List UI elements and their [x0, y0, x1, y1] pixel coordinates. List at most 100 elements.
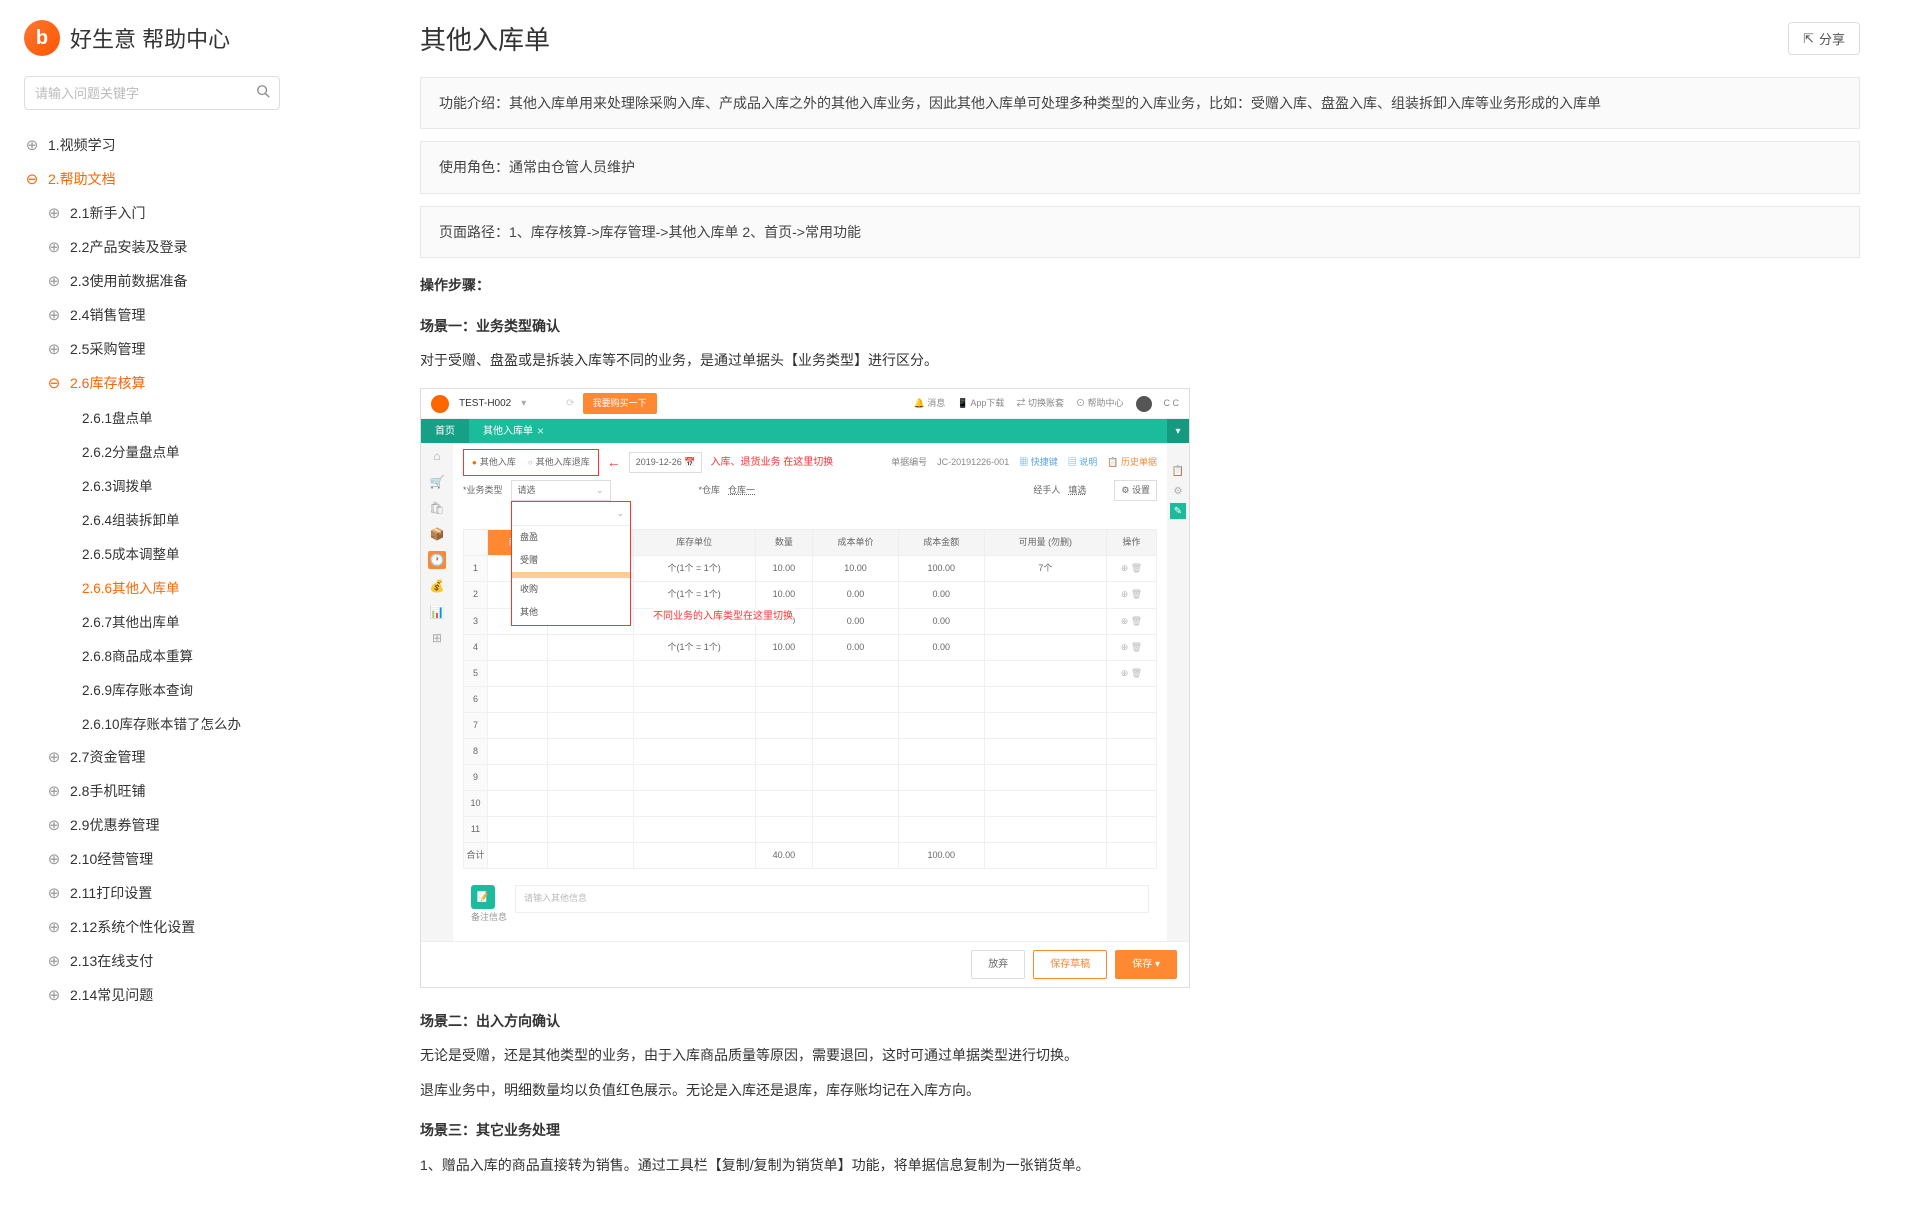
- es-handler-label: 经手人: [1033, 482, 1060, 499]
- nav-help-docs[interactable]: ⊖ 2.帮助文档: [24, 162, 280, 196]
- nav-data-prep[interactable]: ⊕2.3使用前数据准备: [24, 264, 280, 298]
- es-tab-doc: 其他入库单 ×: [469, 419, 558, 443]
- nav-inventory[interactable]: ⊖ 2.6库存核算: [24, 366, 280, 400]
- plus-icon: ⊕: [46, 783, 62, 799]
- es-type-highlight: 其他入库 其他入库退库: [463, 449, 599, 476]
- scene1-text: 对于受赠、盘盈或是拆装入库等不同的业务，是通过单据头【业务类型】进行区分。: [420, 347, 1860, 374]
- cart-icon: 🛒: [428, 473, 446, 491]
- es-annotation-1: 入库、退货业务 在这里切换: [710, 453, 833, 472]
- th-unit: 库存单位: [633, 530, 755, 556]
- nav-label: 2.6.5成本调整单: [82, 543, 180, 563]
- nav-label: 2.12系统个性化设置: [70, 917, 195, 937]
- nav-label: 2.5采购管理: [70, 339, 145, 359]
- search-input[interactable]: [24, 76, 280, 110]
- intro-label: 功能介绍：: [439, 95, 509, 111]
- search-icon[interactable]: [256, 84, 270, 101]
- th-price: 成本单价: [813, 530, 899, 556]
- content-section: 操作步骤： 场景一：业务类型确认 对于受赠、盘盈或是拆装入库等不同的业务，是通过…: [420, 272, 1860, 1178]
- es-draft-button: 保存草稿: [1033, 950, 1107, 979]
- path-box: 页面路径：1、库存核算->库存管理->其他入库单 2、首页->常用功能: [420, 206, 1860, 258]
- minus-icon: ⊖: [46, 375, 62, 391]
- es-account-name: TEST-H002: [459, 394, 511, 413]
- es-handler-val: 填选: [1068, 482, 1086, 499]
- nav-print[interactable]: ⊕2.11打印设置: [24, 876, 280, 910]
- nav-label: 2.3使用前数据准备: [70, 271, 187, 291]
- tool-icon: 📋: [1170, 463, 1186, 479]
- close-icon: ×: [537, 420, 544, 443]
- es-biztype-select: 请选 ⌄: [511, 480, 611, 501]
- table-row: 9: [464, 765, 1157, 791]
- es-warehouse-val: 仓库一: [728, 482, 755, 499]
- es-biztype-label: *业务类型: [463, 482, 503, 499]
- es-link-keys: ▦ 快捷键: [1019, 454, 1058, 471]
- es-radio-out: 其他入库退库: [522, 452, 596, 473]
- es-top-right: 🔔 消息 📱 App下载 ⇄ 切换账套 ⊙ 帮助中心 C C: [913, 395, 1179, 412]
- plus-icon: ⊕: [46, 953, 62, 969]
- share-button[interactable]: ⇱ 分享: [1788, 22, 1860, 55]
- es-link-log: 📋 历史单据: [1107, 454, 1157, 471]
- plus-icon: ⊕: [46, 749, 62, 765]
- nav-video-learning[interactable]: ⊕1.视频学习: [24, 128, 280, 162]
- role-box: 使用角色：通常由仓管人员维护: [420, 141, 1860, 193]
- nav-online-pay[interactable]: ⊕2.13在线支付: [24, 944, 280, 978]
- es-username: C C: [1164, 395, 1180, 412]
- th-stock: 可用量 (勿删): [984, 530, 1106, 556]
- nav-install-login[interactable]: ⊕2.2产品安装及登录: [24, 230, 280, 264]
- nav-cost-recalc[interactable]: 2.6.8商品成本重算: [24, 638, 280, 672]
- nav-label: 2.8手机旺铺: [70, 781, 145, 801]
- brand-row: b 好生意 帮助中心: [24, 20, 280, 56]
- chevron-down-icon: ▾: [521, 394, 526, 413]
- table-row: 10: [464, 791, 1157, 817]
- intro-text: 其他入库单用来处理除采购入库、产成品入库之外的其他入库业务，因此其他入库单可处理…: [509, 95, 1601, 111]
- nav-transfer[interactable]: 2.6.3调拨单: [24, 468, 280, 502]
- nav-label: 2.4销售管理: [70, 305, 145, 325]
- tool-icon: ✎: [1170, 503, 1186, 519]
- plus-icon: ⊕: [46, 817, 62, 833]
- nav-faq[interactable]: ⊕2.14常见问题: [24, 978, 280, 1012]
- nav-label: 2.6.2分量盘点单: [82, 441, 180, 461]
- es-settings-btn: ⚙ 设置: [1114, 480, 1157, 501]
- share-icon: ⇱: [1803, 31, 1814, 47]
- es-app-link: 📱 App下载: [957, 395, 1004, 412]
- nav-assembly[interactable]: 2.6.4组装拆卸单: [24, 502, 280, 536]
- nav-purchase-mgmt[interactable]: ⊕2.5采购管理: [24, 332, 280, 366]
- bag-icon: 🛍: [428, 499, 446, 517]
- scene1-title: 场景一：业务类型确认: [420, 313, 1860, 340]
- steps-heading: 操作步骤：: [420, 272, 1860, 299]
- es-dd-item: 盘盈: [512, 526, 630, 549]
- page-title: 其他入库单: [420, 20, 550, 57]
- minus-icon: ⊖: [24, 171, 40, 187]
- path-text: 1、库存核算->库存管理->其他入库单 2、首页->常用功能: [509, 224, 861, 240]
- nav-business-mgmt[interactable]: ⊕2.10经营管理: [24, 842, 280, 876]
- es-msg-link: 🔔 消息: [913, 395, 945, 412]
- es-logo-icon: [431, 395, 449, 413]
- es-form-area: 其他入库 其他入库退库 ← 2019-12-26 📅 入库、退货业务 在这里切换…: [453, 443, 1167, 941]
- nav-ledger-fix[interactable]: 2.6.10库存账本错了怎么办: [24, 706, 280, 740]
- nav-stocktake[interactable]: 2.6.1盘点单: [24, 400, 280, 434]
- nav-cost-adjust[interactable]: 2.6.5成本调整单: [24, 536, 280, 570]
- es-side-nav: ⌂ 🛒 🛍 📦 🕐 💰 📊 ⊞: [421, 443, 453, 941]
- nav-ledger-query[interactable]: 2.6.9库存账本查询: [24, 672, 280, 706]
- es-footer: 放弃 保存草稿 保存 ▾: [421, 941, 1189, 987]
- nav-coupon[interactable]: ⊕2.9优惠券管理: [24, 808, 280, 842]
- nav-other-in[interactable]: 2.6.6其他入库单: [24, 570, 280, 604]
- es-radio-in: 其他入库: [466, 452, 522, 473]
- nav-funds[interactable]: ⊕2.7资金管理: [24, 740, 280, 774]
- nav-personalization[interactable]: ⊕2.12系统个性化设置: [24, 910, 280, 944]
- nav-label: 2.帮助文档: [48, 169, 116, 189]
- nav-mobile-shop[interactable]: ⊕ 2.8手机旺铺: [24, 774, 280, 808]
- nav-partial-stocktake[interactable]: 2.6.2分量盘点单: [24, 434, 280, 468]
- scene3-title: 场景三：其它业务处理: [420, 1117, 1860, 1144]
- nav-getting-started[interactable]: ⊕2.1新手入门: [24, 196, 280, 230]
- es-help-link: ⊙ 帮助中心: [1076, 395, 1124, 412]
- nav-label: 2.6库存核算: [70, 373, 145, 393]
- plus-icon: ⊕: [46, 307, 62, 323]
- table-row: 6: [464, 686, 1157, 712]
- table-totals: 合计40.00100.00: [464, 843, 1157, 869]
- nav-other-out[interactable]: 2.6.7其他出库单: [24, 604, 280, 638]
- nav-sales-mgmt[interactable]: ⊕ 2.4销售管理: [24, 298, 280, 332]
- intro-box: 功能介绍：其他入库单用来处理除采购入库、产成品入库之外的其他入库业务，因此其他入…: [420, 77, 1860, 129]
- main-content: 其他入库单 ⇱ 分享 功能介绍：其他入库单用来处理除采购入库、产成品入库之外的其…: [300, 0, 1920, 1227]
- nav-label: 2.6.7其他出库单: [82, 611, 180, 631]
- es-body: ⌂ 🛒 🛍 📦 🕐 💰 📊 ⊞ 其他入库 其他入库退库: [421, 443, 1189, 941]
